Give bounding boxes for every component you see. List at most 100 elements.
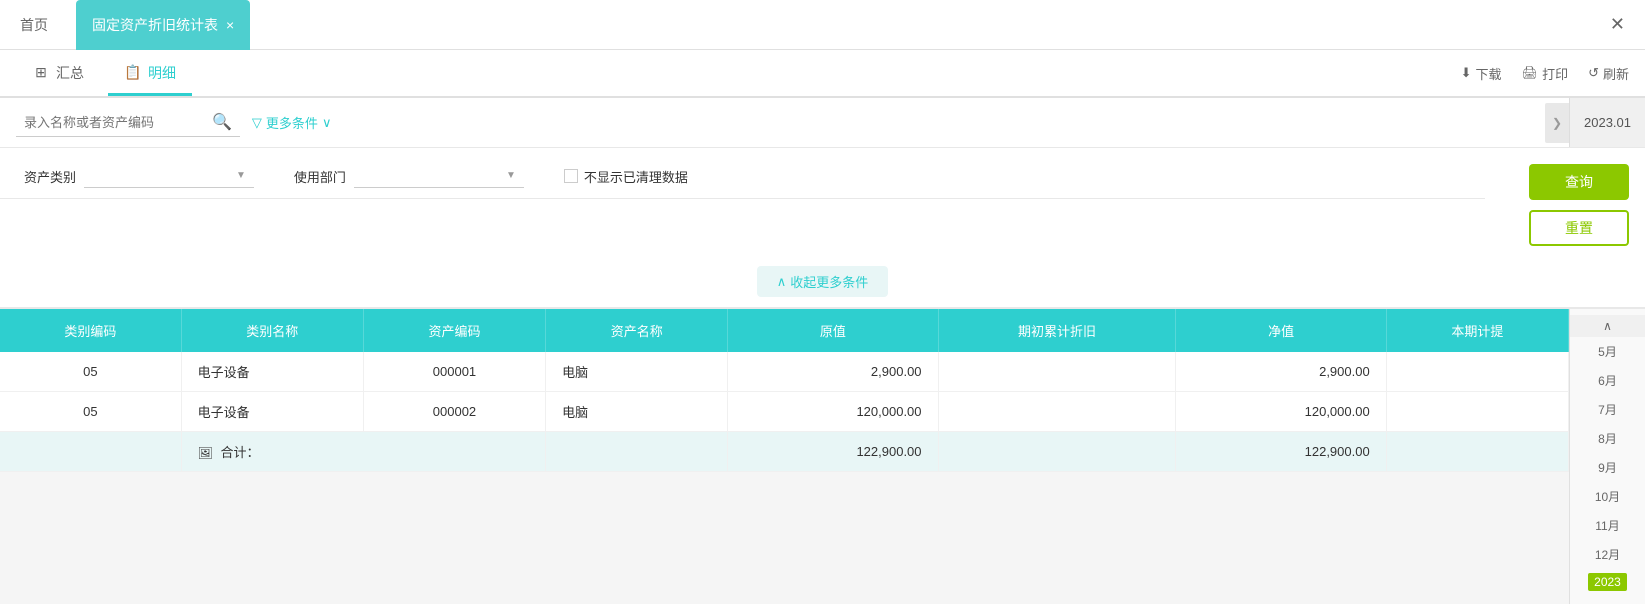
- side-month-5[interactable]: 5月: [1570, 337, 1645, 366]
- col-asset-code: 资产编码: [363, 309, 545, 352]
- asset-type-arrow-icon: ▼: [236, 170, 246, 181]
- table-section: 类别编码 类别名称 资产编码 资产名称 原值 期初累计折旧 净值 本期计提 05: [0, 309, 1569, 604]
- side-month-7[interactable]: 7月: [1570, 395, 1645, 424]
- exclude-cleared-checkbox[interactable]: [564, 169, 578, 183]
- row1-asset-code: 000001: [363, 352, 545, 392]
- tab-label: 固定资产折旧统计表: [92, 15, 218, 35]
- table-row: 05 电子设备 000001 电脑 2,900.00 2,900.00: [0, 352, 1569, 392]
- row2-net-value: 120,000.00: [1176, 392, 1386, 432]
- main-table: 类别编码 类别名称 资产编码 资产名称 原值 期初累计折旧 净值 本期计提 05: [0, 309, 1569, 472]
- window-close-button[interactable]: ✕: [1610, 14, 1625, 35]
- side-month-11[interactable]: 11月: [1570, 511, 1645, 540]
- total-net-value: 122,900.00: [1176, 432, 1386, 472]
- row1-net-value: 2,900.00: [1176, 352, 1386, 392]
- row1-current-period: [1386, 352, 1568, 392]
- more-conditions-label: 更多条件: [266, 113, 318, 132]
- chevron-down-icon: ∨: [322, 115, 332, 131]
- table-wrap: 类别编码 类别名称 资产编码 资产名称 原值 期初累计折旧 净值 本期计提 05: [0, 309, 1569, 472]
- filter-action-row: 资产类别 ▼ 使用部门: [0, 148, 1645, 256]
- collapse-bar: ∧ 收起更多条件: [0, 256, 1645, 308]
- total-label: 合计：: [221, 445, 260, 460]
- col-category-code: 类别编码: [0, 309, 181, 352]
- summary-icon: ⊞: [32, 64, 50, 82]
- refresh-button[interactable]: ↺ 刷新: [1588, 64, 1629, 83]
- expand-arrow-icon: ❯: [1552, 116, 1562, 130]
- col-current-period: 本期计提: [1386, 309, 1568, 352]
- collapse-button[interactable]: ∧ 收起更多条件: [757, 266, 889, 297]
- total-row: 🖼 合计： 122,900.00 122,900.00: [0, 432, 1569, 472]
- row2-asset-name: 电脑: [546, 392, 728, 432]
- dept-select-wrap[interactable]: ▼: [354, 164, 524, 188]
- col-net-value: 净值: [1176, 309, 1386, 352]
- asset-type-select[interactable]: [92, 168, 232, 183]
- collapse-icon: ∧: [777, 274, 787, 290]
- filter-icon: ▽: [252, 115, 262, 131]
- filter-main: 资产类别 ▼ 使用部门: [0, 148, 1485, 256]
- table-body: 05 电子设备 000001 电脑 2,900.00 2,900.00 05 电…: [0, 352, 1569, 472]
- side-month-12[interactable]: 12月: [1570, 540, 1645, 569]
- table-row: 05 电子设备 000002 电脑 120,000.00 120,000.00: [0, 392, 1569, 432]
- collapse-label: 收起更多条件: [790, 272, 868, 291]
- active-tab[interactable]: 固定资产折旧统计表 ×: [76, 0, 250, 50]
- row2-category-name: 电子设备: [181, 392, 363, 432]
- side-month-6[interactable]: 6月: [1570, 366, 1645, 395]
- dept-arrow-icon: ▼: [506, 170, 516, 181]
- dept-label: 使用部门: [294, 167, 346, 186]
- reset-button[interactable]: 重置: [1529, 210, 1629, 246]
- side-month-10[interactable]: 10月: [1570, 482, 1645, 511]
- row2-category-code: 05: [0, 392, 181, 432]
- total-current-period: [1386, 432, 1568, 472]
- detail-icon: 📋: [124, 64, 142, 82]
- search-input-wrap[interactable]: 🔍: [16, 108, 240, 137]
- content-area: 类别编码 类别名称 资产编码 资产名称 原值 期初累计折旧 净值 本期计提 05: [0, 309, 1645, 604]
- download-icon: ⬇: [1461, 65, 1472, 81]
- date-label: 2023.01: [1584, 115, 1631, 130]
- total-accumulated: [938, 432, 1176, 472]
- row2-current-period: [1386, 392, 1568, 432]
- row1-category-name: 电子设备: [181, 352, 363, 392]
- col-accumulated-depreciation: 期初累计折旧: [938, 309, 1176, 352]
- exclude-cleared-label: 不显示已清理数据: [584, 167, 688, 186]
- asset-type-field: 资产类别 ▼: [24, 164, 254, 188]
- tab-close-button[interactable]: ×: [226, 17, 234, 33]
- sub-tabs-actions: ⬇ 下载 🖨 打印 ↺ 刷新: [1461, 64, 1629, 83]
- side-month-8[interactable]: 8月: [1570, 424, 1645, 453]
- asset-type-select-wrap[interactable]: ▼: [84, 164, 254, 188]
- query-button[interactable]: 查询: [1529, 164, 1629, 200]
- expand-handle-button[interactable]: ❯: [1545, 103, 1569, 143]
- table-header: 类别编码 类别名称 资产编码 资产名称 原值 期初累计折旧 净值 本期计提: [0, 309, 1569, 352]
- row2-original-value: 120,000.00: [728, 392, 938, 432]
- advanced-filter: 资产类别 ▼ 使用部门: [0, 148, 1485, 199]
- download-button[interactable]: ⬇ 下载: [1461, 64, 1502, 83]
- row1-original-value: 2,900.00: [728, 352, 938, 392]
- side-month-9[interactable]: 9月: [1570, 453, 1645, 482]
- print-button[interactable]: 🖨 打印: [1522, 64, 1569, 83]
- search-input[interactable]: [24, 115, 204, 130]
- tab-detail[interactable]: 📋 明细: [108, 53, 192, 96]
- row2-accumulated: [938, 392, 1176, 432]
- dept-select[interactable]: [362, 168, 502, 183]
- dept-field: 使用部门 ▼: [294, 164, 524, 188]
- refresh-icon: ↺: [1588, 65, 1599, 81]
- col-asset-name: 资产名称: [546, 309, 728, 352]
- row2-asset-code: 000002: [363, 392, 545, 432]
- download-label: 下载: [1476, 64, 1502, 83]
- tab-detail-label: 明细: [148, 63, 176, 83]
- filter-row: 资产类别 ▼ 使用部门: [24, 164, 1461, 188]
- home-link[interactable]: 首页: [16, 7, 52, 43]
- header-row: 类别编码 类别名称 资产编码 资产名称 原值 期初累计折旧 净值 本期计提: [0, 309, 1569, 352]
- exclude-cleared-checkbox-wrap[interactable]: 不显示已清理数据: [564, 167, 688, 186]
- top-nav: 首页 固定资产折旧统计表 × ✕: [0, 0, 1645, 50]
- total-col1: [0, 432, 181, 472]
- print-label: 打印: [1542, 64, 1568, 83]
- print-icon: 🖨: [1522, 65, 1539, 81]
- side-up-button[interactable]: ∧: [1570, 315, 1645, 337]
- year-badge[interactable]: 2023: [1588, 573, 1627, 591]
- advanced-filter-section: 资产类别 ▼ 使用部门: [0, 148, 1645, 309]
- col-category-name: 类别名称: [181, 309, 363, 352]
- more-conditions-button[interactable]: ▽ 更多条件 ∨: [252, 113, 332, 132]
- date-panel: 2023.01: [1569, 98, 1645, 147]
- total-original-value: 122,900.00: [728, 432, 938, 472]
- tab-summary[interactable]: ⊞ 汇总: [16, 53, 100, 96]
- total-icon: 🖼: [198, 446, 213, 460]
